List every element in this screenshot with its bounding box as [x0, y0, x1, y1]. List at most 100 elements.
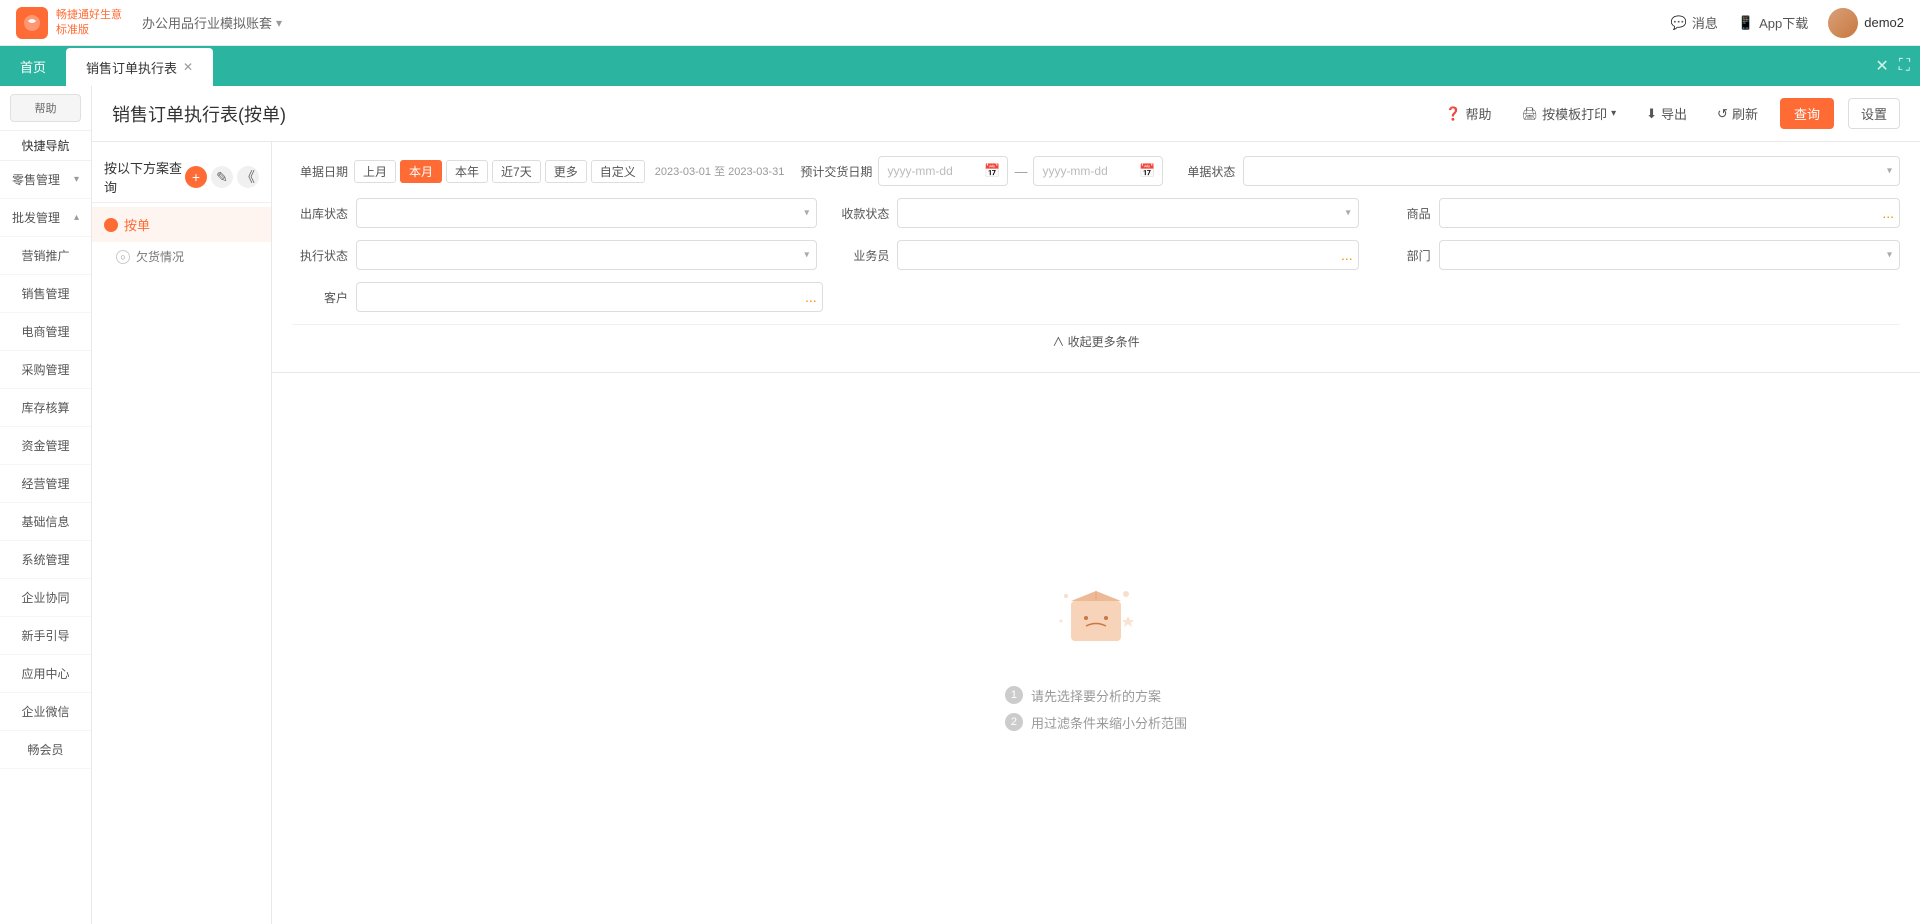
- nav-tabs-right: ✕ ⛶: [1875, 56, 1920, 76]
- empty-tips: 1 请先选择要分析的方案 2 用过滤条件来缩小分析范围: [1005, 686, 1187, 732]
- sidebar-item-system[interactable]: 系统管理: [0, 541, 91, 579]
- sidebar: 帮助 快捷导航 零售管理 ▾ 批发管理 ▴ 营销推广 销售管理 电商管理 采购管…: [0, 86, 92, 924]
- left-panel-header: 按以下方案查询 + ✎ 《: [92, 152, 271, 203]
- sidebar-item-finance[interactable]: 资金管理: [0, 427, 91, 465]
- salesperson-ellipsis-icon[interactable]: ...: [1341, 247, 1353, 263]
- filter-date: 单据日期 上月 本月 本年 近7天 更多 自定义 2023-03-01 至 20…: [292, 160, 784, 183]
- filter-section: 单据日期 上月 本月 本年 近7天 更多 自定义 2023-03-01 至 20…: [272, 142, 1920, 373]
- sidebar-item-basic[interactable]: 基础信息: [0, 503, 91, 541]
- customer-input[interactable]: [356, 282, 823, 312]
- filter-row-1: 单据日期 上月 本月 本年 近7天 更多 自定义 2023-03-01 至 20…: [292, 156, 1900, 186]
- exec-status-select[interactable]: [356, 240, 817, 270]
- date-btn-this-month[interactable]: 本月: [400, 160, 442, 183]
- breadcrumb-arrow: ▾: [276, 16, 282, 30]
- department-select[interactable]: [1439, 240, 1900, 270]
- sidebar-item-wholesale[interactable]: 批发管理 ▴: [0, 199, 91, 237]
- sidebar-item-wechat[interactable]: 企业微信: [0, 693, 91, 731]
- filter-doc-status: 单据状态 ▾: [1179, 156, 1900, 186]
- expected-date-start-input[interactable]: [878, 156, 1008, 186]
- main-layout: 帮助 快捷导航 零售管理 ▾ 批发管理 ▴ 营销推广 销售管理 电商管理 采购管…: [0, 86, 1920, 924]
- settings-button[interactable]: 设置: [1848, 98, 1900, 129]
- plan-dot-icon: [104, 218, 118, 232]
- salesperson-input[interactable]: [897, 240, 1358, 270]
- receipt-status-select[interactable]: [897, 198, 1358, 228]
- search-menu-button[interactable]: 帮助: [10, 94, 81, 122]
- sidebar-item-ecommerce[interactable]: 电商管理: [0, 313, 91, 351]
- sidebar-quick-nav[interactable]: 快捷导航: [0, 131, 91, 161]
- page-header: 销售订单执行表(按单) ❓ 帮助 🖨 按模板打印 ▾ ⬇ 导出 ↺ 刷新: [92, 86, 1920, 142]
- sidebar-item-retail[interactable]: 零售管理 ▾: [0, 161, 91, 199]
- delivery-status-control: ▾: [356, 198, 817, 228]
- date-btn-last-month[interactable]: 上月: [354, 160, 396, 183]
- expected-date-end-input[interactable]: [1033, 156, 1163, 186]
- message-action[interactable]: 💬 消息: [1671, 13, 1718, 32]
- expected-date-start-wrapper: 📅: [878, 156, 1008, 186]
- collapse-panel-button[interactable]: 《: [237, 166, 259, 188]
- date-btn-this-year[interactable]: 本年: [446, 160, 488, 183]
- edit-plan-button[interactable]: ✎: [211, 166, 233, 188]
- logo-area: 畅捷通好生意 标准版: [16, 7, 122, 39]
- sub-dot-icon: ○: [116, 250, 130, 264]
- filter-exec-status: 执行状态 ▾: [292, 240, 817, 270]
- print-button[interactable]: 🖨 按模板打印 ▾: [1514, 100, 1625, 127]
- empty-tip-2: 2 用过滤条件来缩小分析范围: [1005, 713, 1187, 732]
- filter-salesperson: 业务员 ...: [833, 240, 1358, 270]
- search-button[interactable]: 查询: [1780, 98, 1834, 129]
- sidebar-item-appcenter[interactable]: 应用中心: [0, 655, 91, 693]
- sidebar-item-newbie[interactable]: 新手引导: [0, 617, 91, 655]
- plan-item-order[interactable]: 按单: [92, 207, 271, 242]
- sidebar-item-operations[interactable]: 经营管理: [0, 465, 91, 503]
- tab-home[interactable]: 首页: [0, 46, 66, 86]
- doc-status-select[interactable]: [1243, 156, 1900, 186]
- page-actions: ❓ 帮助 🖨 按模板打印 ▾ ⬇ 导出 ↺ 刷新 查询: [1437, 98, 1900, 129]
- collapse-more-button[interactable]: ∧ 收起更多条件: [292, 324, 1900, 358]
- content-body: 按以下方案查询 + ✎ 《 按单: [92, 142, 1920, 924]
- sidebar-item-inventory[interactable]: 库存核算: [0, 389, 91, 427]
- plan-subitem-shortage[interactable]: ○ 欠货情况: [92, 242, 271, 271]
- department-control: ▾: [1439, 240, 1900, 270]
- product-input[interactable]: [1439, 198, 1900, 228]
- user-area[interactable]: demo2: [1828, 8, 1904, 38]
- date-btn-more[interactable]: 更多: [545, 160, 587, 183]
- filter-delivery-status: 出库状态 ▾: [292, 198, 817, 228]
- left-panel: 按以下方案查询 + ✎ 《 按单: [92, 142, 272, 924]
- delivery-status-select[interactable]: [356, 198, 817, 228]
- date-btn-custom[interactable]: 自定义: [591, 160, 645, 183]
- chevron-icon-2: ▴: [74, 212, 79, 223]
- filter-row-3: 执行状态 ▾ 业务员 ..: [292, 240, 1900, 270]
- receipt-status-control: ▾: [897, 198, 1358, 228]
- sidebar-item-enterprise[interactable]: 企业协同: [0, 579, 91, 617]
- export-button[interactable]: ⬇ 导出: [1638, 100, 1695, 127]
- filter-expected-date: 预计交货日期 📅 — 📅: [800, 156, 1163, 186]
- filter-row-4: 客户 ...: [292, 282, 1900, 312]
- tab-close-icon[interactable]: ✕: [183, 60, 193, 74]
- sidebar-item-purchase[interactable]: 采购管理: [0, 351, 91, 389]
- right-panel: 单据日期 上月 本月 本年 近7天 更多 自定义 2023-03-01 至 20…: [272, 142, 1920, 924]
- window-maximize-icon[interactable]: ⛶: [1899, 57, 1910, 75]
- date-quick-btns: 上月 本月 本年 近7天 更多 自定义: [354, 160, 645, 183]
- sidebar-item-sales[interactable]: 销售管理: [0, 275, 91, 313]
- doc-status-control: ▾: [1243, 156, 1900, 186]
- sidebar-item-member[interactable]: 畅会员: [0, 731, 91, 769]
- window-close-icon[interactable]: ✕: [1875, 56, 1888, 76]
- app-download-action[interactable]: 📱 App下载: [1738, 13, 1808, 32]
- download-icon: 📱: [1738, 15, 1754, 31]
- product-ellipsis-icon[interactable]: ...: [1882, 205, 1894, 221]
- refresh-button[interactable]: ↺ 刷新: [1709, 100, 1766, 127]
- customer-ellipsis-icon[interactable]: ...: [805, 289, 817, 305]
- empty-illustration: [1046, 566, 1146, 666]
- top-header: 畅捷通好生意 标准版 办公用品行业模拟账套 ▾ 💬 消息 📱 App下载 dem…: [0, 0, 1920, 46]
- refresh-icon: ↺: [1717, 106, 1728, 122]
- filter-row-2: 出库状态 ▾ 收款状态: [292, 198, 1900, 228]
- product-control: ...: [1439, 198, 1900, 228]
- add-plan-button[interactable]: +: [185, 166, 207, 188]
- date-btn-7days[interactable]: 近7天: [492, 160, 541, 183]
- filter-receipt-status: 收款状态 ▾: [833, 198, 1358, 228]
- nav-tabs: 首页 销售订单执行表 ✕ ✕ ⛶: [0, 46, 1920, 86]
- tab-sales-order[interactable]: 销售订单执行表 ✕: [66, 48, 213, 86]
- help-button[interactable]: ❓ 帮助: [1437, 100, 1499, 127]
- sidebar-item-marketing[interactable]: 营销推广: [0, 237, 91, 275]
- filter-customer: 客户 ...: [292, 282, 823, 312]
- breadcrumb[interactable]: 办公用品行业模拟账套 ▾: [142, 13, 282, 32]
- avatar: [1828, 8, 1858, 38]
